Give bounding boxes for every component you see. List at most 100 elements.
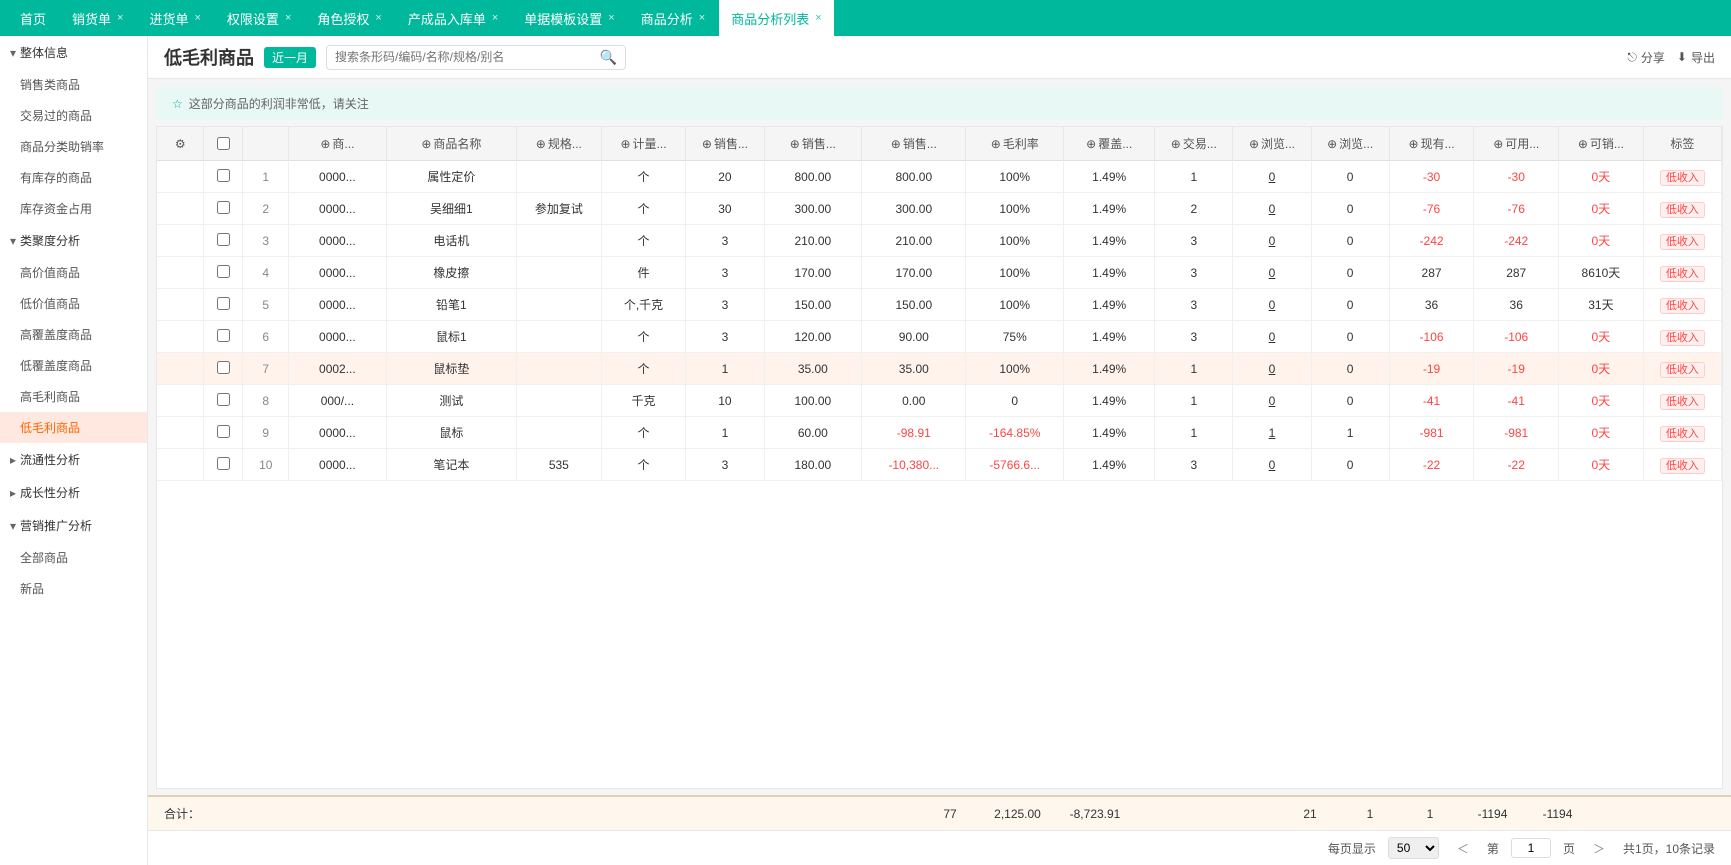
close-analysis-list-icon[interactable]: × [815, 12, 821, 24]
prev-page-button[interactable]: ＜ [1451, 838, 1475, 859]
sidebar-group-growth[interactable]: ▸ 成长性分析 [0, 476, 147, 509]
row-checkbox[interactable] [217, 169, 230, 182]
col-tag[interactable]: 标签 [1643, 127, 1721, 161]
row-checkbox[interactable] [217, 393, 230, 406]
row-tag: 低收入 [1643, 225, 1721, 257]
row-trade-count: 3 [1155, 321, 1233, 353]
close-product-storage-icon[interactable]: × [492, 12, 498, 24]
arrow-down-icon3: ▾ [10, 519, 16, 533]
data-table-container[interactable]: ⚙ ⊕ 商... ⊕ 商品名称 ⊕ 规格... [156, 126, 1723, 789]
nav-purchase-order[interactable]: 进货单 × [137, 0, 212, 36]
sidebar-group-flow[interactable]: ▸ 流通性分析 [0, 443, 147, 476]
sidebar-item-low-value[interactable]: 低价值商品 [0, 288, 147, 319]
row-browse1[interactable]: 0 [1233, 193, 1311, 225]
row-spec: 参加复试 [517, 193, 602, 225]
sidebar-item-stock-goods[interactable]: 有库存的商品 [0, 162, 147, 193]
search-icon[interactable]: 🔍 [600, 49, 617, 66]
next-page-button[interactable]: ＞ [1587, 838, 1611, 859]
col-name[interactable]: ⊕ 商品名称 [386, 127, 516, 161]
select-all-checkbox[interactable] [217, 137, 230, 150]
row-saleable: 0天 [1559, 417, 1644, 449]
col-code[interactable]: ⊕ 商... [289, 127, 387, 161]
table-row: 3 0000... 电话机 个 3 210.00 210.00 100% 1.4… [157, 225, 1722, 257]
col-browse2[interactable]: ⊕ 浏览... [1311, 127, 1389, 161]
nav-analysis-list[interactable]: 商品分析列表 × [719, 0, 833, 36]
col-sale-price[interactable]: ⊕ 销售... [764, 127, 862, 161]
sidebar-item-traded-goods[interactable]: 交易过的商品 [0, 100, 147, 131]
page-suffix-label: 页 [1563, 840, 1575, 857]
row-browse1[interactable]: 0 [1233, 385, 1311, 417]
time-filter-button[interactable]: 近一月 [264, 47, 316, 68]
row-checkbox[interactable] [217, 233, 230, 246]
col-saleable[interactable]: ⊕ 可销... [1559, 127, 1644, 161]
row-browse1[interactable]: 0 [1233, 449, 1311, 481]
table-row: 2 0000... 吴细细1 参加复试 个 30 300.00 300.00 1… [157, 193, 1722, 225]
row-checkbox[interactable] [217, 297, 230, 310]
row-saleable: 0天 [1559, 321, 1644, 353]
nav-product-storage[interactable]: 产成品入库单 × [396, 0, 510, 36]
page-number-input[interactable] [1511, 838, 1551, 858]
col-coverage[interactable]: ⊕ 覆盖... [1064, 127, 1155, 161]
search-box[interactable]: 🔍 [326, 45, 626, 70]
close-permissions-icon[interactable]: × [285, 12, 291, 24]
col-spec[interactable]: ⊕ 规格... [517, 127, 602, 161]
sidebar-item-high-margin[interactable]: 高毛利商品 [0, 381, 147, 412]
row-sale-profit: -98.91 [862, 417, 966, 449]
row-checkbox[interactable] [217, 201, 230, 214]
row-checkbox[interactable] [217, 265, 230, 278]
row-browse1[interactable]: 0 [1233, 257, 1311, 289]
col-available[interactable]: ⊕ 可用... [1474, 127, 1559, 161]
row-browse1[interactable]: 0 [1233, 289, 1311, 321]
col-current-stock[interactable]: ⊕ 现有... [1389, 127, 1474, 161]
row-browse1[interactable]: 0 [1233, 225, 1311, 257]
nav-sales-order[interactable]: 销货单 × [60, 0, 135, 36]
close-template-icon[interactable]: × [608, 12, 614, 24]
nav-home[interactable]: 首页 [8, 0, 58, 36]
sidebar-item-all-goods[interactable]: 全部商品 [0, 542, 147, 573]
sidebar-item-stock-capital[interactable]: 库存资金占用 [0, 193, 147, 224]
col-checkbox[interactable] [204, 127, 243, 161]
col-sale-profit[interactable]: ⊕ 销售... [862, 127, 966, 161]
sidebar-item-low-coverage[interactable]: 低覆盖度商品 [0, 350, 147, 381]
nav-permissions[interactable]: 权限设置 × [215, 0, 303, 36]
row-coverage: 1.49% [1064, 257, 1155, 289]
sidebar-item-sales-goods[interactable]: 销售类商品 [0, 69, 147, 100]
sidebar-item-high-value[interactable]: 高价值商品 [0, 257, 147, 288]
col-trade-count[interactable]: ⊕ 交易... [1155, 127, 1233, 161]
sidebar-item-new-goods[interactable]: 新品 [0, 573, 147, 604]
sidebar-group-overall[interactable]: ▾ 整体信息 [0, 36, 147, 69]
row-gross-rate: 100% [966, 161, 1064, 193]
row-browse1[interactable]: 0 [1233, 353, 1311, 385]
close-sales-order-icon[interactable]: × [117, 12, 123, 24]
row-checkbox[interactable] [217, 457, 230, 470]
nav-product-analysis[interactable]: 商品分析 × [629, 0, 717, 36]
sidebar-group-cluster[interactable]: ▾ 类聚度分析 [0, 224, 147, 257]
row-checkbox[interactable] [217, 425, 230, 438]
col-settings[interactable]: ⚙ [157, 127, 204, 161]
row-browse1[interactable]: 0 [1233, 321, 1311, 353]
col-unit[interactable]: ⊕ 计量... [601, 127, 686, 161]
sidebar-item-high-coverage[interactable]: 高覆盖度商品 [0, 319, 147, 350]
export-button[interactable]: ⬇ 导出 [1677, 49, 1715, 66]
close-role-auth-icon[interactable]: × [375, 12, 381, 24]
arrow-down-icon2: ▾ [10, 234, 16, 248]
nav-role-auth[interactable]: 角色授权 × [305, 0, 393, 36]
per-page-select[interactable]: 50 100 200 [1388, 837, 1439, 859]
nav-template-settings[interactable]: 单据模板设置 × [512, 0, 626, 36]
row-checkbox[interactable] [217, 361, 230, 374]
sidebar-item-low-margin[interactable]: 低毛利商品 [0, 412, 147, 443]
row-checkbox[interactable] [217, 329, 230, 342]
search-input[interactable] [335, 50, 600, 64]
sidebar-item-category-rate[interactable]: 商品分类助销率 [0, 131, 147, 162]
col-gross-rate[interactable]: ⊕ 毛利率 [966, 127, 1064, 161]
arrow-down-icon: ▾ [10, 46, 16, 60]
close-purchase-order-icon[interactable]: × [194, 12, 200, 24]
row-browse1[interactable]: 0 [1233, 161, 1311, 193]
sidebar-group-marketing[interactable]: ▾ 营销推广分析 [0, 509, 147, 542]
close-analysis-icon[interactable]: × [699, 12, 705, 24]
col-browse1[interactable]: ⊕ 浏览... [1233, 127, 1311, 161]
col-sale-qty[interactable]: ⊕ 销售... [686, 127, 764, 161]
row-name: 测试 [386, 385, 516, 417]
row-browse1[interactable]: 1 [1233, 417, 1311, 449]
share-button[interactable]: ⎋ 分享 [1627, 49, 1665, 66]
